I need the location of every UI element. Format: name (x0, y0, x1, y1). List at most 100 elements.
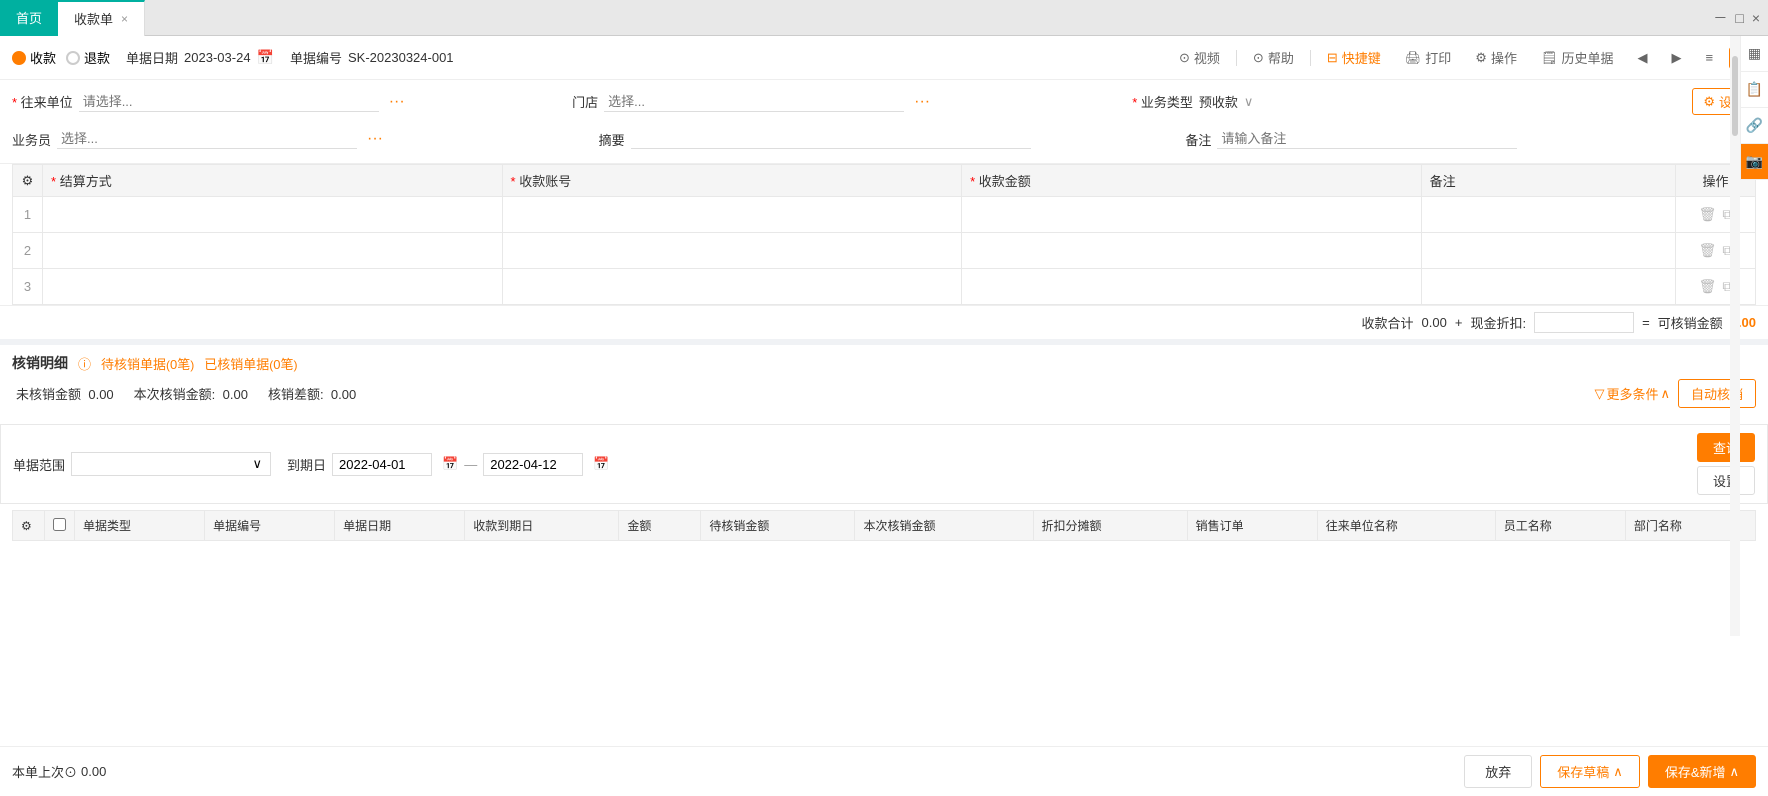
window-max-icon[interactable]: □ (1735, 10, 1743, 26)
unverified-value: 0.00 (88, 387, 113, 402)
ops-label: 操作 (1491, 48, 1517, 67)
biz-type-arrow-icon[interactable]: ∨ (1244, 94, 1254, 110)
window-min-icon[interactable]: － (1713, 8, 1727, 28)
shop-more-icon[interactable]: ··· (914, 93, 930, 111)
btcol-pending: 待核销金额 (701, 511, 855, 541)
save-draft-btn[interactable]: 保存草稿 ∧ (1540, 755, 1640, 788)
form-row-2: 业务员 ··· 摘要 备注 (12, 129, 1756, 149)
shortcut-btn[interactable]: ⊟ 快捷键 (1319, 45, 1389, 70)
date-to-input[interactable] (483, 453, 583, 476)
date-from-input[interactable] (332, 453, 432, 476)
more-conditions-label: 更多条件 (1606, 384, 1658, 403)
radio-shoukuan[interactable]: 收款 (12, 48, 56, 67)
staff-more-icon[interactable]: ··· (367, 130, 383, 148)
window-close-icon[interactable]: × (1752, 10, 1760, 26)
radio-tuikuan-circle (66, 51, 80, 65)
row-3-delete-icon[interactable]: 🗑 (1699, 278, 1717, 295)
tab-home[interactable]: 首页 (0, 0, 58, 36)
row-1-account[interactable] (502, 197, 962, 233)
tab-shoukuan[interactable]: 收款单 × (58, 0, 145, 36)
sidebar-camera-icon[interactable]: 📷 (1741, 144, 1768, 180)
btcol-check[interactable] (45, 511, 75, 541)
nav-prev-btn[interactable]: ◀ (1630, 47, 1656, 69)
ops-btn[interactable]: ⚙ 操作 (1467, 45, 1525, 70)
scrollbar-area[interactable] (1730, 36, 1740, 636)
row-3-amount[interactable] (962, 269, 1422, 305)
radio-shoukuan-circle (12, 51, 26, 65)
shortcut-label: 快捷键 (1342, 48, 1381, 67)
video-btn[interactable]: ⊙ 视频 (1171, 45, 1228, 70)
discount-input[interactable] (1534, 312, 1634, 333)
history-btn[interactable]: 🗒 历史单据 (1533, 45, 1622, 70)
table-section: ⚙ * 结算方式 * 收款账号 * 收款金额 备注 操作 (0, 164, 1768, 305)
sidebar-clipboard-icon[interactable]: 📋 (1741, 72, 1768, 108)
row-1-delete-icon[interactable]: 🗑 (1699, 206, 1717, 223)
col-remark-header: 备注 (1421, 165, 1675, 197)
btcol-staff: 员工名称 (1495, 511, 1625, 541)
remark-field: 备注 (1185, 129, 1756, 149)
abandon-btn[interactable]: 放弃 (1464, 755, 1532, 788)
row-2-amount[interactable] (962, 233, 1422, 269)
tab-close-icon[interactable]: × (121, 12, 128, 26)
btcol-gear[interactable]: ⚙ (13, 511, 45, 541)
check-all[interactable] (53, 518, 66, 531)
remark-input[interactable] (1217, 129, 1517, 149)
sum-row: 收款合计 0.00 + 现金折扣: = 可核销金额 0.00 (0, 305, 1768, 339)
partner-field: 往来单位 ··· (12, 92, 556, 112)
writeoff-info-icon[interactable]: ⓘ (78, 354, 91, 373)
sub-value: 0.00 (81, 764, 106, 779)
divider1 (1236, 50, 1237, 66)
help-btn[interactable]: ⊙ 帮助 (1245, 45, 1302, 70)
btcol-partner: 往来单位名称 (1317, 511, 1495, 541)
unverified-label: 未核销金额 (16, 387, 81, 402)
done-count: 0笔 (273, 357, 293, 372)
row-1-remark[interactable] (1421, 197, 1675, 233)
row-2-settlement[interactable] (43, 233, 503, 269)
nav-next-icon: ▶ (1672, 50, 1682, 66)
list-view-btn[interactable]: ≡ (1698, 47, 1722, 68)
abstract-input[interactable] (631, 129, 1031, 149)
radio-tuikuan[interactable]: 退款 (66, 48, 110, 67)
window-controls: － □ × (1713, 8, 1768, 28)
row-2-remark[interactable] (1421, 233, 1675, 269)
video-label: 视频 (1194, 48, 1220, 67)
filter-actions: 查询 设置 (1697, 433, 1755, 495)
col-settings-header[interactable]: ⚙ (13, 165, 43, 197)
pending-tab-link[interactable]: 待核销单据(0笔) (101, 354, 194, 373)
sidebar-table-icon[interactable]: ▦ (1741, 36, 1768, 72)
partner-input[interactable] (79, 92, 379, 112)
filter-setting-btn[interactable]: 设置 (1697, 466, 1755, 495)
query-btn[interactable]: 查询 (1697, 433, 1755, 462)
auto-writeoff-btn[interactable]: 自动核销 (1678, 379, 1756, 408)
doc-no-value: SK-20230324-001 (348, 50, 454, 65)
total-label: 收款合计 (1362, 313, 1414, 332)
nav-next-btn[interactable]: ▶ (1664, 47, 1690, 69)
biz-type-field: 业务类型 预收款 ∨ (1132, 92, 1676, 111)
print-btn[interactable]: 🖨 打印 (1397, 45, 1460, 70)
date-to-icon[interactable]: 📅 (593, 456, 609, 472)
done-tab-link[interactable]: 已核销单据(0笔) (204, 354, 297, 373)
writeoff-stats: 未核销金额 0.00 本次核销金额: 0.00 核销差额: 0.00 ▽ 更多条… (12, 379, 1756, 408)
range-select[interactable]: ∨ (71, 452, 271, 476)
row-1-settlement[interactable] (43, 197, 503, 233)
save-new-btn[interactable]: 保存&新增 ∧ (1648, 755, 1756, 788)
date-from-icon[interactable]: 📅 (442, 456, 458, 472)
row-1-amount[interactable] (962, 197, 1422, 233)
row-3-settlement[interactable] (43, 269, 503, 305)
col-settlement-header: * 结算方式 (43, 165, 503, 197)
save-draft-arrow-icon: ∧ (1613, 764, 1623, 780)
btcol-no: 单据编号 (205, 511, 335, 541)
sidebar-link-icon[interactable]: 🔗 (1741, 108, 1768, 144)
calendar-icon[interactable]: 📅 (257, 49, 274, 66)
shop-input[interactable] (604, 92, 904, 112)
row-2-delete-icon[interactable]: 🗑 (1699, 242, 1717, 259)
staff-input[interactable] (57, 129, 357, 149)
row-2-num: 2 (13, 233, 43, 269)
pending-count: 0笔 (170, 357, 190, 372)
partner-more-icon[interactable]: ··· (389, 93, 405, 111)
writeoff-section: 核销明细 ⓘ 待核销单据(0笔) 已核销单据(0笔) 未核销金额 0.00 本次… (0, 345, 1768, 424)
more-conditions-btn[interactable]: ▽ 更多条件 ∧ (1594, 384, 1670, 403)
row-3-account[interactable] (502, 269, 962, 305)
row-2-account[interactable] (502, 233, 962, 269)
row-3-remark[interactable] (1421, 269, 1675, 305)
